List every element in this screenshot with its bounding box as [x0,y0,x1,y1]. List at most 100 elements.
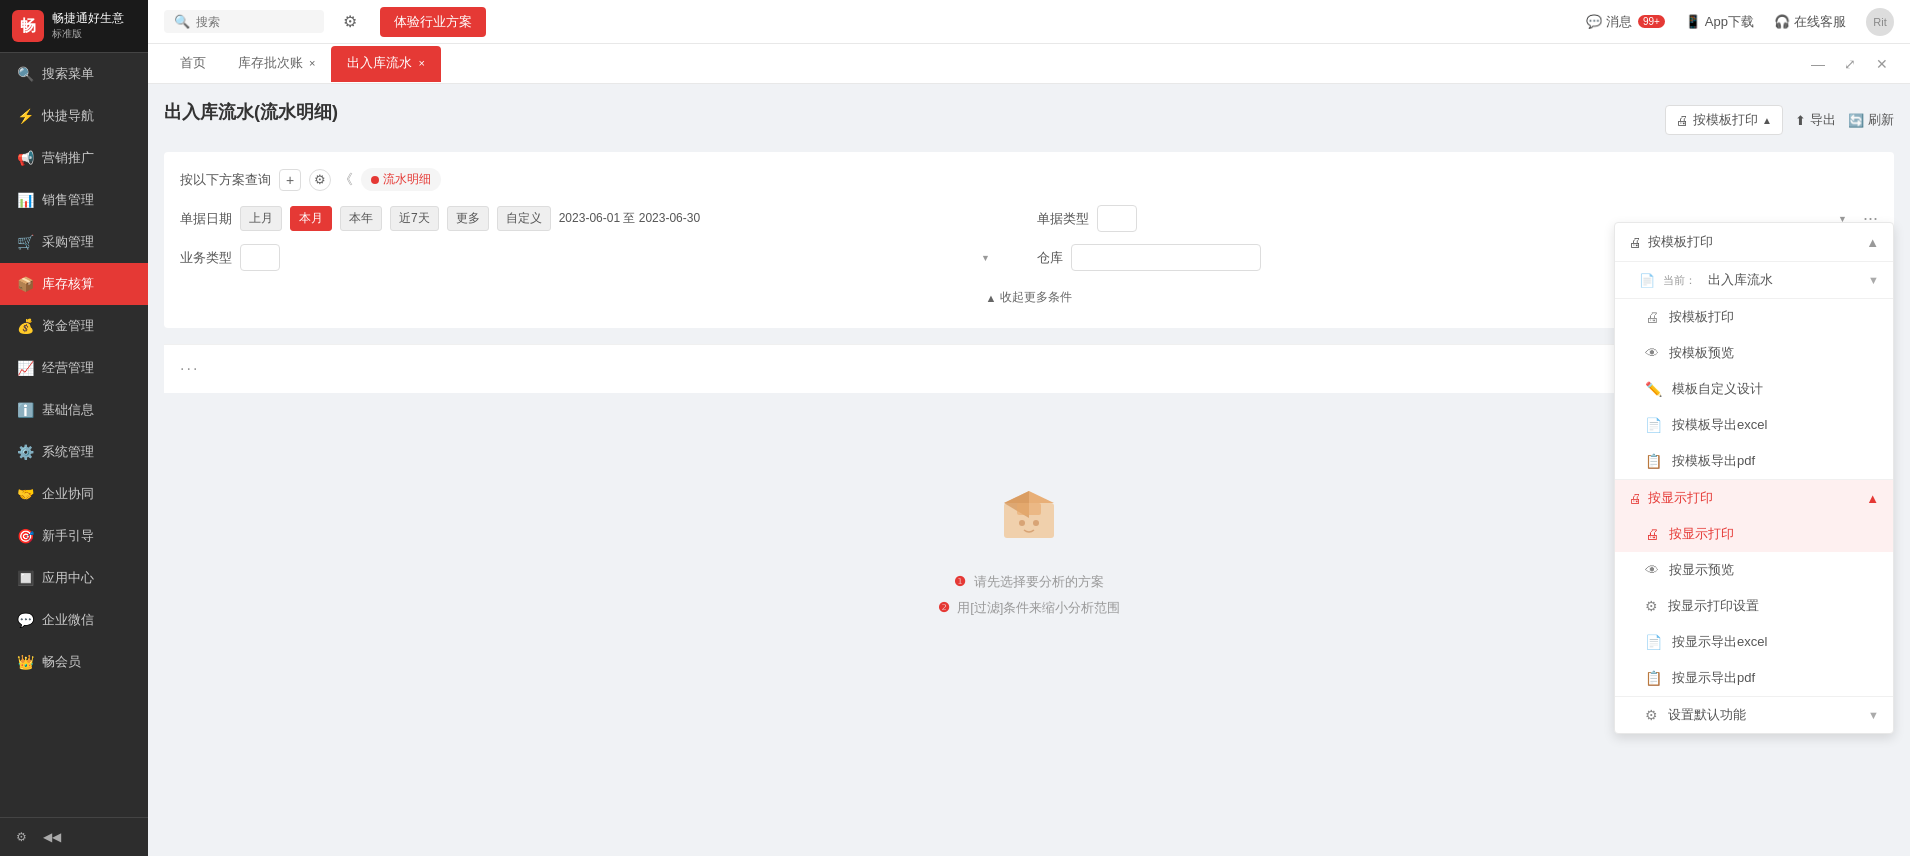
sidebar-item-collab[interactable]: 🤝 企业协同 [0,473,148,515]
app-title: 畅捷通好生意 标准版 [52,11,124,41]
tab-minimize-btn[interactable]: — [1806,52,1830,76]
date-btn-more[interactable]: 更多 [447,206,489,231]
filter-settings-btn[interactable]: ⚙ [309,169,331,191]
section2-chevron-up-icon: ▲ [1866,491,1879,506]
online-service-btn[interactable]: 🎧 在线客服 [1774,13,1846,31]
app-download-btn[interactable]: 📱 App下载 [1685,13,1754,31]
refresh-btn[interactable]: 🔄 刷新 [1848,111,1894,129]
sidebar-item-app-center[interactable]: 🔲 应用中心 [0,557,148,599]
dropdown-item-print-settings-display[interactable]: ⚙ 按显示打印设置 [1615,588,1893,624]
page-title: 出入库流水(流水明细) [164,100,338,124]
filter-tag-detail[interactable]: 流水明细 [361,168,441,191]
date-btn-last-month[interactable]: 上月 [240,206,282,231]
sidebar-item-vip[interactable]: 👑 畅会员 [0,641,148,683]
vip-icon: 👑 [16,653,34,671]
filter-label: 按以下方案查询 [180,171,271,189]
dropdown-item-export-excel-template[interactable]: 📄 按模板导出excel [1615,407,1893,443]
action-more-btn[interactable]: ··· [180,360,199,378]
basic-info-icon: ℹ️ [16,401,34,419]
print-dropdown-icon: 🖨 [1629,235,1642,250]
date-btn-custom[interactable]: 自定义 [497,206,551,231]
warehouse-label: 仓库 [1037,249,1063,267]
export-btn[interactable]: ⬆ 导出 [1795,111,1836,129]
sidebar-logo: 畅 畅捷通好生意 标准版 [0,0,148,53]
sidebar-item-finance[interactable]: 💰 资金管理 [0,305,148,347]
sidebar-item-system[interactable]: ⚙️ 系统管理 [0,431,148,473]
app-center-icon: 🔲 [16,569,34,587]
sidebar-collapse-btn[interactable]: ◀◀ [43,830,61,844]
sidebar-item-search-menu[interactable]: 🔍 搜索菜单 [0,53,148,95]
header-actions: 🖨 按模板打印 ▲ ⬆ 导出 🔄 刷新 [1665,105,1894,135]
topbar: 🔍 ⚙ 体验行业方案 💬 消息 99+ 📱 App下载 🎧 在线客服 Rit [148,0,1910,44]
biz-type-select-wrap [240,244,998,271]
user-avatar[interactable]: Rit [1866,8,1894,36]
message-btn[interactable]: 💬 消息 99+ [1586,13,1665,31]
chevron-up-icon: ▲ [1762,115,1772,126]
guide-icon: 🎯 [16,527,34,545]
sidebar-item-quick-nav[interactable]: ⚡ 快捷导航 [0,95,148,137]
gear-icon: ⚙ [343,12,357,31]
date-btn-7days[interactable]: 近7天 [390,206,439,231]
biz-type-field: 业务类型 ··· [180,244,1021,271]
doc-type-label: 单据类型 [1037,210,1089,228]
filter-toolbar: 按以下方案查询 + ⚙ 《 流水明细 [180,168,1878,191]
tabbar: 首页 库存批次账 × 出入库流水 × — ⤢ ✕ [148,44,1910,84]
biz-type-select[interactable] [240,244,280,271]
dropdown-item-custom-design[interactable]: ✏️ 模板自定义设计 [1615,371,1893,407]
sidebar-item-marketing[interactable]: 📢 营销推广 [0,137,148,179]
dropdown-current-item: 📄 当前： 出入库流水 ▼ [1615,262,1893,299]
dropdown-close-btn[interactable]: ▲ [1866,235,1879,250]
sidebar-item-purchase[interactable]: 🛒 采购管理 [0,221,148,263]
topbar-gear-btn[interactable]: ⚙ [336,8,364,36]
topbar-right: 💬 消息 99+ 📱 App下载 🎧 在线客服 Rit [1586,8,1894,36]
tab-home[interactable]: 首页 [164,46,222,82]
sidebar-item-sales[interactable]: 📊 销售管理 [0,179,148,221]
tab-stock-flow-close[interactable]: × [418,57,424,69]
date-btn-current-year[interactable]: 本年 [340,206,382,231]
sidebar-item-guide[interactable]: 🎯 新手引导 [0,515,148,557]
settings-icon: ⚙ [16,830,27,844]
dropdown-section-2: 🖨 按显示打印 ▲ 🖨 按显示打印 👁 按显示预览 ⚙ 按显示打印设置 [1615,479,1893,696]
sidebar-item-wechat[interactable]: 💬 企业微信 [0,599,148,641]
tab-close-btn[interactable]: ✕ [1870,52,1894,76]
sidebar-settings-btn[interactable]: ⚙ [16,830,27,844]
dropdown-item-print-display[interactable]: 🖨 按显示打印 [1615,516,1893,552]
dropdown-item-preview-display[interactable]: 👁 按显示预览 [1615,552,1893,588]
dropdown-item-export-pdf-template[interactable]: 📋 按模板导出pdf [1615,443,1893,479]
print-display-icon: 🖨 [1645,526,1659,542]
sidebar-item-operations[interactable]: 📈 经营管理 [0,347,148,389]
dropdown-item-export-pdf-display[interactable]: 📋 按显示导出pdf [1615,660,1893,696]
trial-industry-button[interactable]: 体验行业方案 [380,7,486,37]
warehouse-input[interactable] [1071,244,1261,271]
dropdown-section-1: 🖨 按模板打印 👁 按模板预览 ✏️ 模板自定义设计 📄 按模板导出excel … [1615,299,1893,479]
dropdown-header: 🖨 按模板打印 ▲ [1615,223,1893,262]
export-icon: ⬆ [1795,113,1806,128]
search-input[interactable] [196,15,296,29]
empty-hint-num-1: ❶ [954,574,966,589]
date-field-label: 单据日期 [180,210,232,228]
dropdown-item-set-default[interactable]: ⚙ 设置默认功能 ▼ [1615,697,1893,733]
dropdown-item-preview-template[interactable]: 👁 按模板预览 [1615,335,1893,371]
print-settings-icon: ⚙ [1645,598,1658,614]
search-icon: 🔍 [174,14,190,29]
filter-collapse-arrow[interactable]: 《 [339,171,353,189]
date-range-text: 2023-06-01 至 2023-06-30 [559,210,700,227]
page-header: 出入库流水(流水明细) 🖨 按模板打印 ▲ ⬆ 导出 🔄 刷新 [164,100,1894,140]
date-field: 单据日期 上月 本月 本年 近7天 更多 自定义 2023-06-01 至 20… [180,206,1021,231]
date-btn-current-month[interactable]: 本月 [290,206,332,231]
tab-maximize-btn[interactable]: ⤢ [1838,52,1862,76]
tab-stock-flow[interactable]: 出入库流水 × [331,46,440,82]
dropdown-item-print-template[interactable]: 🖨 按模板打印 [1615,299,1893,335]
tab-batch-account[interactable]: 库存批次账 × [222,46,331,82]
filter-add-btn[interactable]: + [279,169,301,191]
doc-type-select[interactable] [1097,205,1137,232]
design-template-icon: ✏️ [1645,381,1662,397]
dropdown-section2-header[interactable]: 🖨 按显示打印 ▲ [1615,480,1893,516]
print-template-btn[interactable]: 🖨 按模板打印 ▲ [1665,105,1783,135]
wechat-icon: 💬 [16,611,34,629]
sidebar-item-inventory[interactable]: 📦 库存核算 [0,263,148,305]
dropdown-item-export-excel-display[interactable]: 📄 按显示导出excel [1615,624,1893,660]
sidebar-item-basic-info[interactable]: ℹ️ 基础信息 [0,389,148,431]
tab-batch-account-close[interactable]: × [309,57,315,69]
headset-icon: 🎧 [1774,14,1790,29]
